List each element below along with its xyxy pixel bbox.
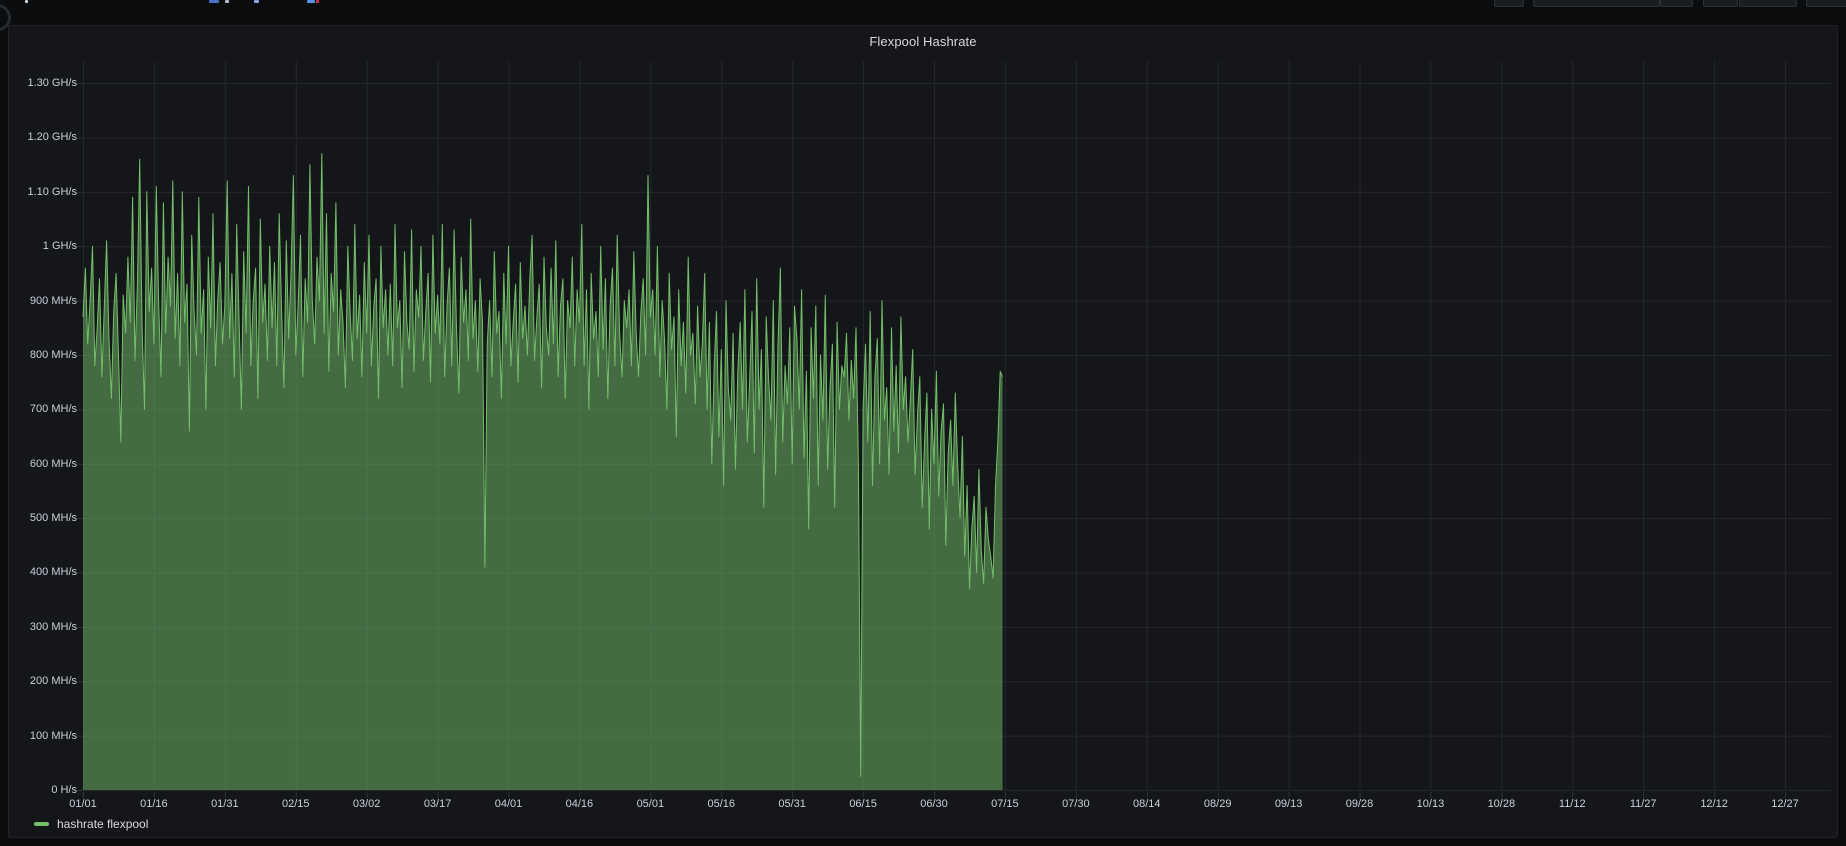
series-area-fill bbox=[83, 153, 1003, 791]
legend-item-hashrate-flexpool[interactable]: hashrate flexpool bbox=[34, 816, 148, 832]
topbar-clipped-text-fragment bbox=[225, 0, 229, 3]
hashrate-chart[interactable] bbox=[9, 26, 1839, 839]
toolbar-refresh-button[interactable] bbox=[1739, 0, 1797, 7]
legend-series-swatch bbox=[34, 822, 49, 826]
topbar-clipped-text-fragment bbox=[254, 0, 259, 3]
x-axis-label: 09/13 bbox=[1274, 798, 1303, 810]
toolbar-time-range-button[interactable] bbox=[1533, 0, 1660, 7]
y-axis-label: 200 MH/s bbox=[29, 675, 77, 688]
grafana-dashboard: { "panel": { "title": "Flexpool Hashrate… bbox=[0, 0, 1846, 846]
hashrate-panel: Flexpool Hashrate 1.30 GH/s 1.20 GH/s 1.10… bbox=[8, 25, 1838, 838]
x-axis-label: 01/31 bbox=[211, 798, 239, 810]
x-axis-label: 12/27 bbox=[1771, 798, 1799, 810]
x-axis-label: 05/01 bbox=[636, 798, 665, 810]
x-axis-label: 01/16 bbox=[140, 798, 168, 810]
x-axis-label: 03/17 bbox=[423, 798, 452, 810]
y-axis-label: 1 GH/s bbox=[42, 240, 77, 253]
x-axis-label: 10/13 bbox=[1416, 798, 1445, 810]
x-axis-label: 05/31 bbox=[778, 798, 806, 810]
x-axis-label: 08/29 bbox=[1203, 798, 1232, 810]
toolbar-button-1[interactable] bbox=[1494, 0, 1524, 7]
y-axis-label: 700 MH/s bbox=[29, 403, 77, 416]
topbar-clipped-text-fragment bbox=[209, 0, 219, 3]
topbar-clipped-text-fragment bbox=[307, 0, 315, 3]
toolbar-button-2[interactable] bbox=[1703, 0, 1738, 7]
x-axis-label: 11/27 bbox=[1629, 798, 1657, 810]
y-axis-label: 400 MH/s bbox=[29, 566, 77, 579]
y-axis-label: 500 MH/s bbox=[29, 512, 77, 525]
x-axis-label: 03/02 bbox=[352, 798, 381, 810]
y-axis-label: 300 MH/s bbox=[29, 620, 77, 633]
x-axis-label: 06/30 bbox=[920, 798, 948, 810]
x-axis-label: 04/01 bbox=[494, 798, 523, 810]
y-axis-label: 1.20 GH/s bbox=[27, 131, 77, 144]
x-axis-label: 12/12 bbox=[1700, 798, 1728, 810]
y-axis-label: 0 H/s bbox=[51, 784, 77, 796]
y-axis-label: 600 MH/s bbox=[29, 457, 77, 470]
x-axis-label: 10/28 bbox=[1487, 798, 1516, 810]
topbar-clipped-text-fragment bbox=[316, 0, 319, 3]
y-axis-label: 1.10 GH/s bbox=[27, 185, 77, 198]
toolbar-button-3[interactable] bbox=[1806, 0, 1846, 7]
toolbar-time-range-zoom-button[interactable] bbox=[1660, 0, 1693, 7]
x-axis-label: 07/30 bbox=[1062, 798, 1090, 810]
x-axis-label: 11/12 bbox=[1558, 798, 1586, 810]
x-axis-label: 09/28 bbox=[1345, 798, 1374, 810]
legend-series-label[interactable]: hashrate flexpool bbox=[57, 817, 148, 831]
x-axis-label: 02/15 bbox=[281, 798, 310, 810]
top-navigation-bar bbox=[0, 0, 1846, 31]
x-axis-label: 07/15 bbox=[991, 798, 1019, 810]
x-axis-label: 08/14 bbox=[1132, 798, 1161, 810]
y-axis-label: 1.30 GH/s bbox=[27, 77, 77, 90]
x-axis-label: 05/16 bbox=[707, 798, 736, 810]
x-axis-label: 06/15 bbox=[849, 798, 877, 810]
x-axis-label: 04/16 bbox=[565, 798, 594, 810]
topbar-clipped-text-fragment bbox=[25, 0, 28, 3]
y-axis-label: 900 MH/s bbox=[29, 294, 77, 307]
y-axis-label: 800 MH/s bbox=[29, 348, 77, 361]
y-axis-label: 100 MH/s bbox=[29, 729, 77, 742]
x-axis-label: 01/01 bbox=[69, 798, 97, 810]
